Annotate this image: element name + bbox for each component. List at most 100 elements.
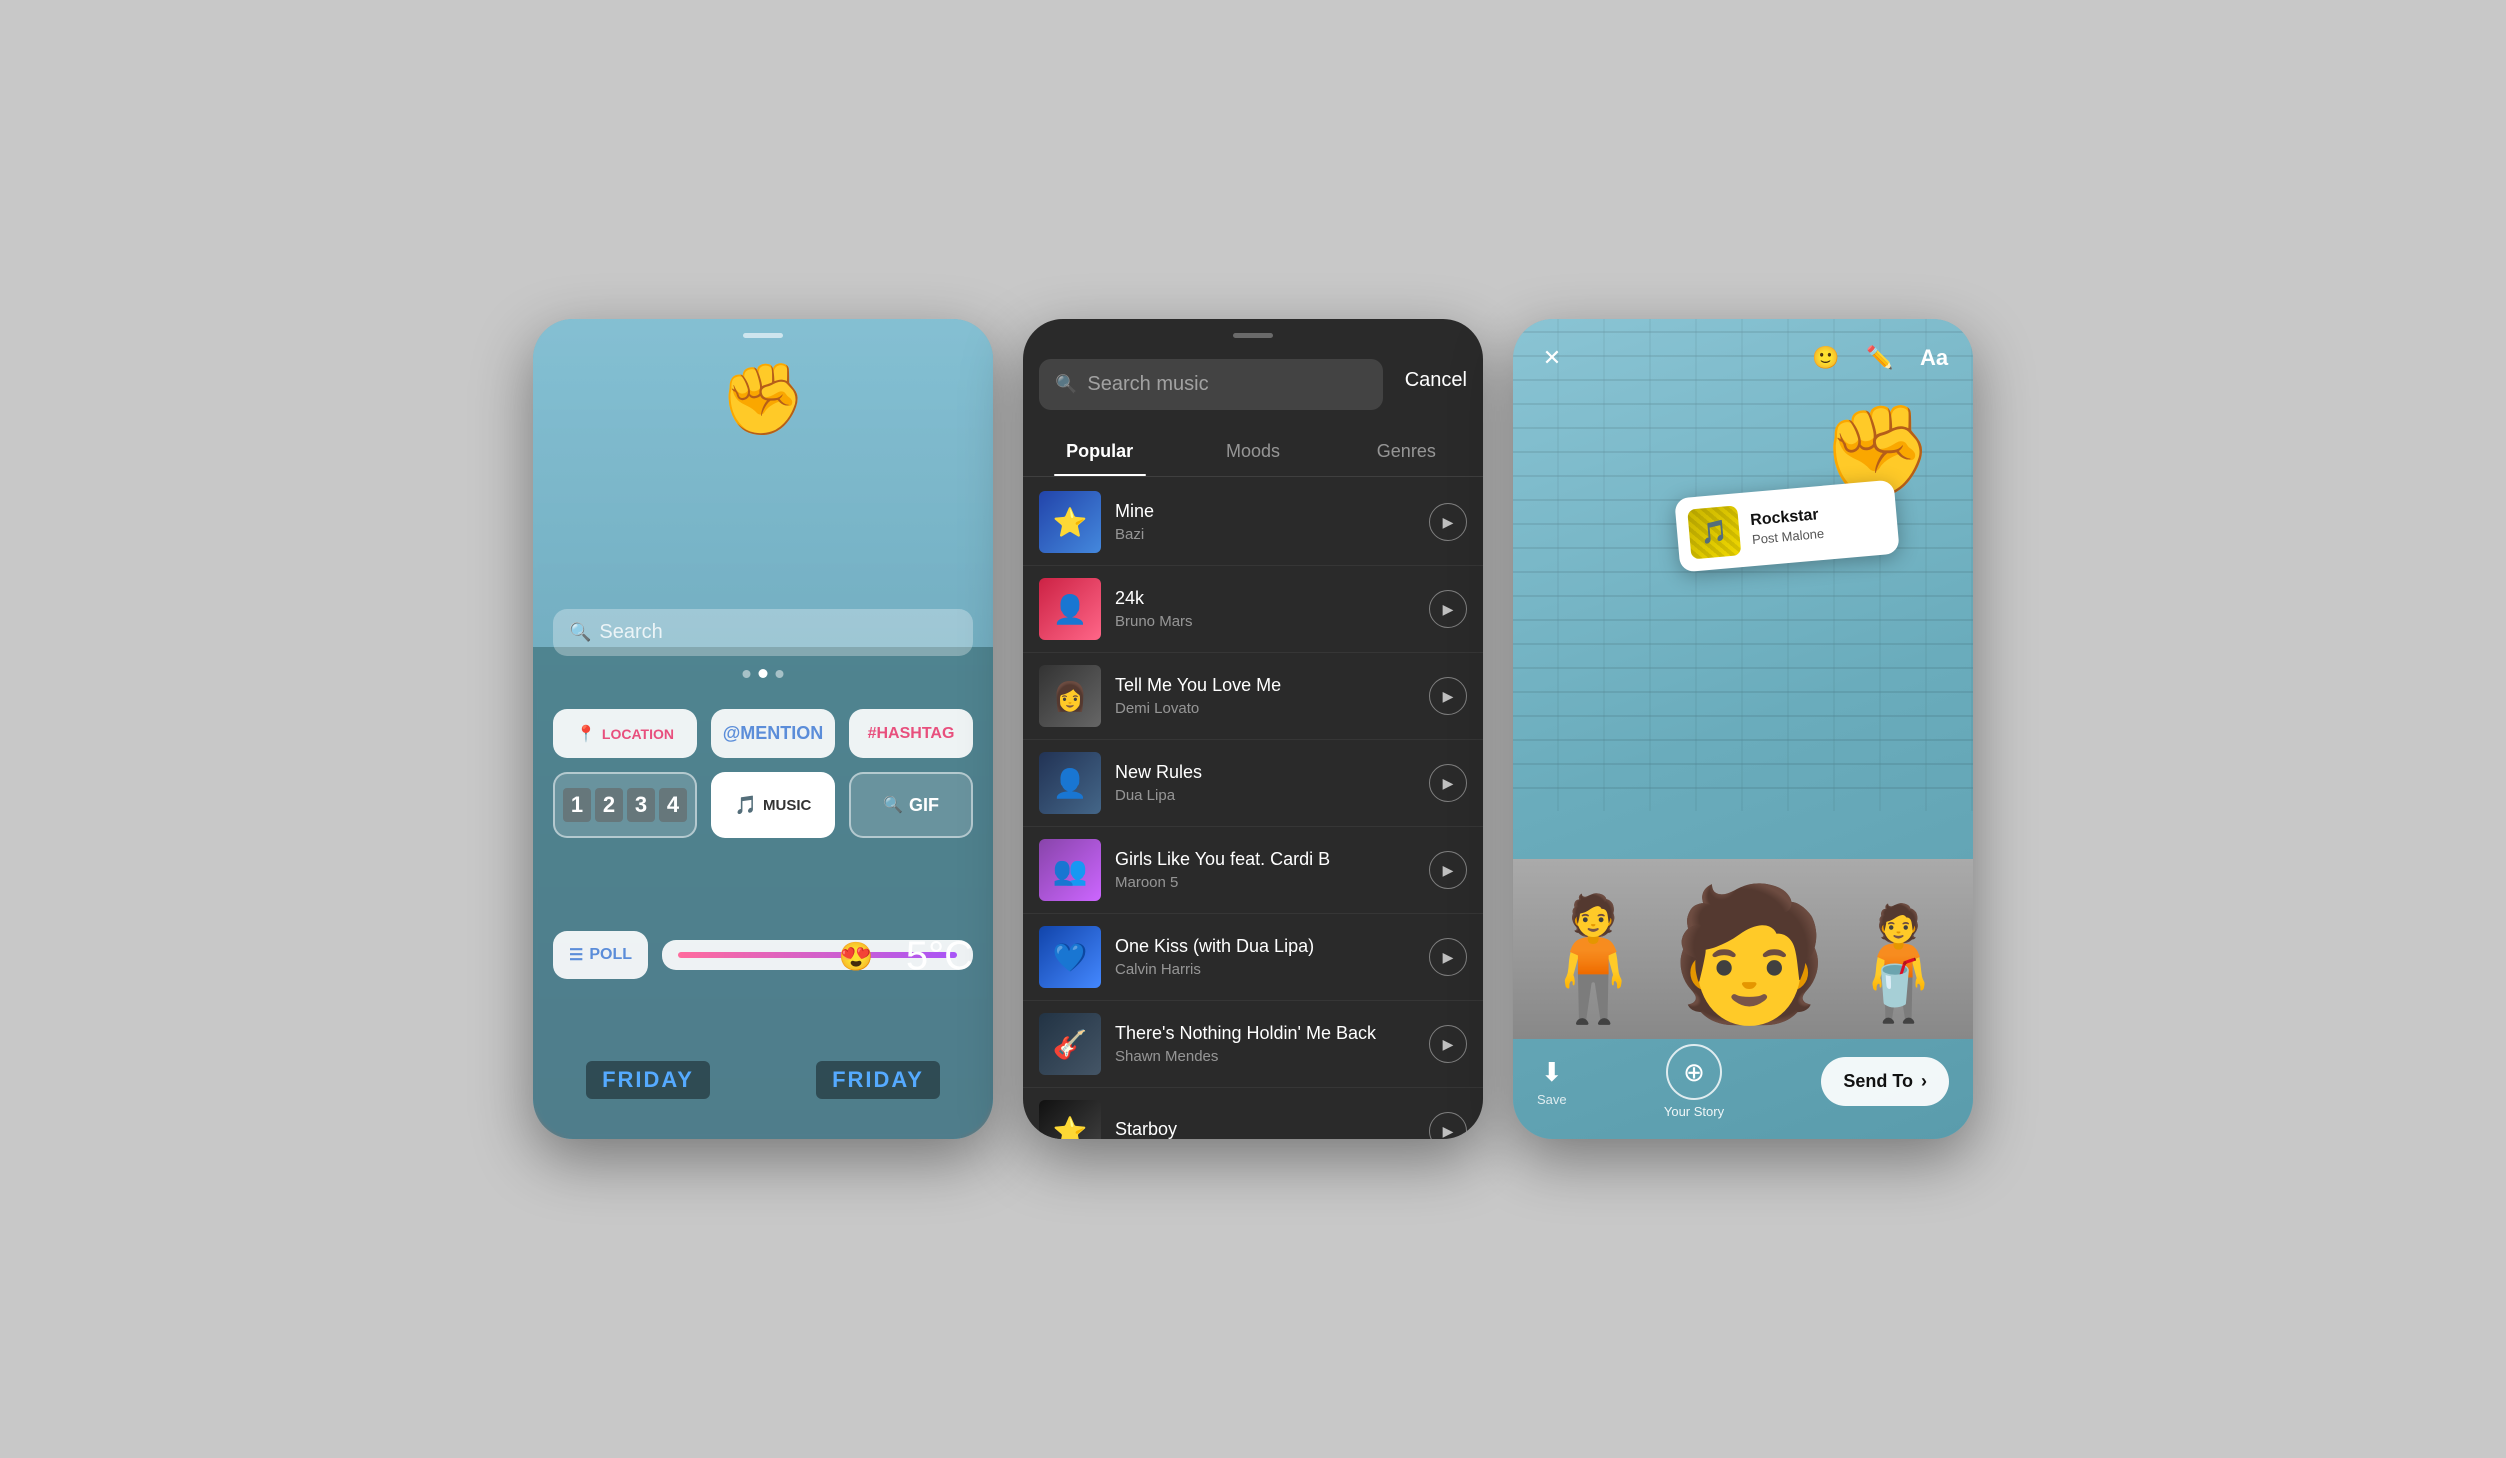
music-icon: 🎵 <box>735 795 757 816</box>
play-btn-girls[interactable]: ▶ <box>1429 851 1467 889</box>
sticker-poll[interactable]: ☰ POLL <box>553 931 648 979</box>
sticker-temperature[interactable]: 5°C <box>906 934 973 979</box>
song-title-newrules: New Rules <box>1115 762 1415 783</box>
play-btn-nothing[interactable]: ▶ <box>1429 1025 1467 1063</box>
music-search-input[interactable]: Search music <box>1087 373 1208 396</box>
friday-label-1: FRIDAY <box>586 1061 710 1099</box>
friday-labels: FRIDAY FRIDAY <box>533 1061 993 1099</box>
send-to-button[interactable]: Send To › <box>1821 1057 1949 1106</box>
sticker-location[interactable]: 📍 LOCATION <box>553 709 697 758</box>
mention-label: @MENTION <box>723 723 824 744</box>
play-btn-24k[interactable]: ▶ <box>1429 590 1467 628</box>
song-newrules[interactable]: 👤 New Rules Dua Lipa ▶ <box>1023 740 1483 827</box>
music-cancel-btn[interactable]: Cancel <box>1405 369 1467 392</box>
play-btn-starboy[interactable]: ▶ <box>1429 1112 1467 1139</box>
song-title-mine: Mine <box>1115 501 1415 522</box>
song-starboy[interactable]: ⭐ Starboy ▶ <box>1023 1088 1483 1139</box>
add-story-button[interactable]: ⊕ <box>1666 1044 1722 1100</box>
location-label: LOCATION <box>602 726 674 742</box>
sticker-music[interactable]: 🎵 MUSIC <box>711 772 835 838</box>
song-info-24k: 24k Bruno Mars <box>1115 588 1415 630</box>
person-1: 🧍 <box>1519 899 1668 1019</box>
send-to-label: Send To <box>1843 1071 1913 1092</box>
music-search-icon: 🔍 <box>1055 374 1077 395</box>
album-art-onekiss: 💙 <box>1039 926 1101 988</box>
album-art-nothing: 🎸 <box>1039 1013 1101 1075</box>
music-sticker-art: 🎵 <box>1687 505 1741 559</box>
chevron-right-icon: › <box>1921 1071 1927 1092</box>
save-icon: ⬇ <box>1541 1057 1563 1088</box>
song-tellme[interactable]: 👩 Tell Me You Love Me Demi Lovato ▶ <box>1023 653 1483 740</box>
music-tabs: Popular Moods Genres <box>1023 427 1483 477</box>
face-sticker-button[interactable]: 🙂 <box>1807 339 1845 377</box>
friday-label-2: FRIDAY <box>816 1061 940 1099</box>
song-24k[interactable]: 👤 24k Bruno Mars ▶ <box>1023 566 1483 653</box>
album-art-newrules: 👤 <box>1039 752 1101 814</box>
music-label: MUSIC <box>763 797 811 814</box>
song-info-newrules: New Rules Dua Lipa <box>1115 762 1415 804</box>
drag-handle[interactable] <box>743 333 783 338</box>
stickers-grid: 📍 LOCATION @MENTION #HASHTAG 1 2 3 4 <box>553 709 973 838</box>
song-title-tellme: Tell Me You Love Me <box>1115 675 1415 696</box>
sticker-gif[interactable]: 🔍 GIF <box>849 772 973 838</box>
drink-cup: 🥤 <box>1867 956 1923 1009</box>
song-info-nothing: There's Nothing Holdin' Me Back Shawn Me… <box>1115 1023 1415 1065</box>
song-title-onekiss: One Kiss (with Dua Lipa) <box>1115 936 1415 957</box>
your-story-label: Your Story <box>1664 1104 1724 1119</box>
music-sticker-info: Rockstar Post Malone <box>1750 505 1825 546</box>
poll-label: POLL <box>589 946 632 964</box>
play-btn-mine[interactable]: ▶ <box>1429 503 1467 541</box>
song-artist-onekiss: Calvin Harris <box>1115 961 1415 978</box>
song-mine[interactable]: ⭐ Mine Bazi ▶ <box>1023 479 1483 566</box>
play-btn-onekiss[interactable]: ▶ <box>1429 938 1467 976</box>
song-nothing[interactable]: 🎸 There's Nothing Holdin' Me Back Shawn … <box>1023 1001 1483 1088</box>
poll-icon: ☰ <box>569 945 583 965</box>
song-artist-24k: Bruno Mars <box>1115 613 1415 630</box>
sticker-hashtag[interactable]: #HASHTAG <box>849 709 973 758</box>
hashtag-label: #HASHTAG <box>868 725 955 743</box>
text-button[interactable]: Aa <box>1915 339 1953 377</box>
person-2: 🧑 <box>1668 889 1830 1019</box>
song-artist-mine: Bazi <box>1115 526 1415 543</box>
dot-3 <box>776 670 784 678</box>
song-info-tellme: Tell Me You Love Me Demi Lovato <box>1115 675 1415 717</box>
story-close-button[interactable]: ✕ <box>1533 339 1571 377</box>
tab-genres[interactable]: Genres <box>1330 427 1483 476</box>
digit-1: 1 <box>563 788 591 822</box>
digit-2: 2 <box>595 788 623 822</box>
page-dots <box>743 669 784 678</box>
song-onekiss[interactable]: 💙 One Kiss (with Dua Lipa) Calvin Harris… <box>1023 914 1483 1001</box>
song-artist-newrules: Dua Lipa <box>1115 787 1415 804</box>
fist-emoji: ✊ <box>719 359 806 441</box>
song-girls[interactable]: 👥 Girls Like You feat. Cardi B Maroon 5 … <box>1023 827 1483 914</box>
play-btn-tellme[interactable]: ▶ <box>1429 677 1467 715</box>
music-search-bar[interactable]: 🔍 Search music <box>1039 359 1383 410</box>
story-save-area[interactable]: ⬇ Save <box>1537 1057 1567 1107</box>
digit-3: 3 <box>627 788 655 822</box>
sticker-mention[interactable]: @MENTION <box>711 709 835 758</box>
add-icon: ⊕ <box>1683 1057 1705 1088</box>
draw-button[interactable]: ✏️ <box>1861 339 1899 377</box>
story-bottom-bar: ⬇ Save ⊕ Your Story Send To › <box>1513 1044 1973 1119</box>
song-title-starboy: Starboy <box>1115 1119 1415 1140</box>
tab-moods[interactable]: Moods <box>1176 427 1329 476</box>
your-story-area[interactable]: ⊕ Your Story <box>1664 1044 1724 1119</box>
sticker-counter[interactable]: 1 2 3 4 <box>553 772 697 838</box>
save-label: Save <box>1537 1092 1567 1107</box>
album-art-starboy: ⭐ <box>1039 1100 1101 1139</box>
dot-2[interactable] <box>759 669 768 678</box>
album-art-girls: 👥 <box>1039 839 1101 901</box>
panel-stickers: ✊ 🔍 Search 📍 LOCATION @MENTION <box>533 319 993 1139</box>
close-icon: ✕ <box>1543 345 1561 371</box>
play-btn-newrules[interactable]: ▶ <box>1429 764 1467 802</box>
panel-story: ✕ 🙂 ✏️ Aa 🎵 Rockstar Post Malone <box>1513 319 1973 1139</box>
search-bar[interactable]: 🔍 Search <box>553 609 973 656</box>
panel-music: 🔍 Search music Cancel Popular Moods Genr… <box>1023 319 1483 1139</box>
song-artist-tellme: Demi Lovato <box>1115 700 1415 717</box>
search-label: Search <box>599 621 662 644</box>
dot-1 <box>743 670 751 678</box>
music-drag-handle[interactable] <box>1233 333 1273 338</box>
song-title-girls: Girls Like You feat. Cardi B <box>1115 849 1415 870</box>
face-sticker-icon: 🙂 <box>1812 345 1839 371</box>
tab-popular[interactable]: Popular <box>1023 427 1176 476</box>
